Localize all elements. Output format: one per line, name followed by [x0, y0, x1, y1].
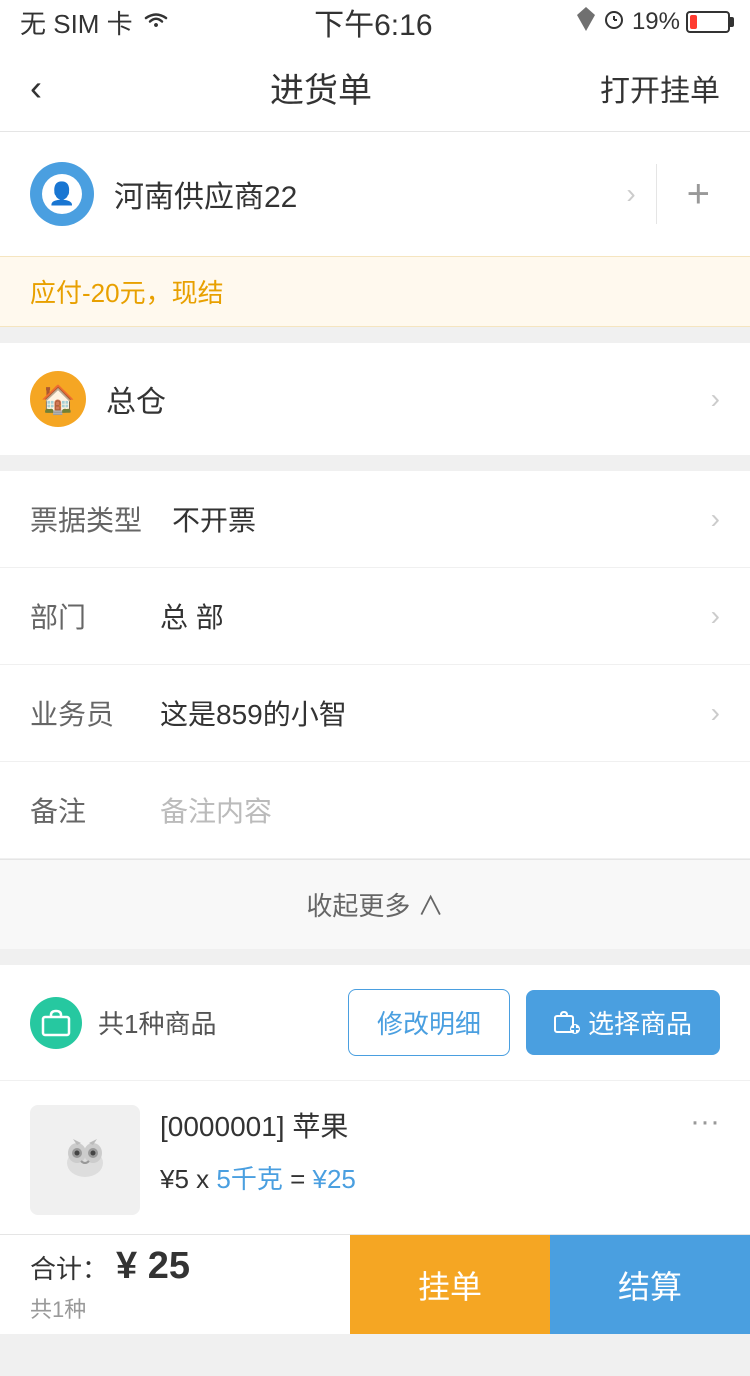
product-item: [0000001] 苹果 ¥5 x 5千克 = ¥25 ···	[0, 1081, 750, 1240]
footer-total: 合计： ¥ 25 共1种	[0, 1235, 350, 1334]
remark-placeholder: 备注内容	[160, 790, 720, 830]
warehouse-chevron-icon: ›	[711, 383, 720, 415]
edit-detail-button[interactable]: 修改明细	[348, 989, 510, 1056]
add-button[interactable]: +	[677, 172, 720, 217]
supplier-row[interactable]: 👤 河南供应商22 › +	[0, 132, 750, 256]
status-right: 19%	[576, 7, 730, 38]
warehouse-card: 🏠 总仓 ›	[0, 343, 750, 455]
status-time: 下午6:16	[314, 0, 432, 44]
product-qty: 5千克	[216, 1164, 282, 1194]
alarm-icon	[602, 7, 626, 38]
battery-icon	[686, 11, 730, 33]
warning-banner: 应付-20元，现结	[0, 256, 750, 327]
product-header: 共1种商品 修改明细 选择商品	[0, 965, 750, 1081]
collapse-button[interactable]: 收起更多 ∧	[0, 859, 750, 949]
page-title: 进货单	[270, 63, 372, 112]
status-carrier: 无 SIM 卡	[20, 4, 171, 41]
supplier-name: 河南供应商22	[114, 172, 626, 216]
open-hang-button[interactable]: 打开挂单	[600, 66, 720, 110]
hang-button[interactable]: 挂单	[350, 1235, 550, 1334]
product-card: 共1种商品 修改明细 选择商品	[0, 965, 750, 1240]
product-info: [0000001] 苹果 ¥5 x 5千克 = ¥25	[160, 1105, 680, 1196]
wifi-icon	[141, 7, 171, 38]
product-title: 苹果	[292, 1111, 348, 1142]
salesperson-row[interactable]: 业务员 这是859的小智 ›	[0, 665, 750, 762]
product-price-row: ¥5 x 5千克 = ¥25	[160, 1159, 680, 1196]
product-thumbnail	[30, 1105, 140, 1215]
salesperson-label: 业务员	[30, 693, 130, 733]
product-unit-price: ¥5	[160, 1164, 189, 1194]
nav-bar: ‹ 进货单 打开挂单	[0, 44, 750, 132]
product-menu-button[interactable]: ···	[680, 1105, 720, 1139]
department-chevron: ›	[711, 600, 720, 632]
warehouse-icon: 🏠	[30, 371, 86, 427]
product-total: ¥25	[313, 1164, 356, 1194]
invoice-type-label: 票据类型	[30, 499, 142, 539]
select-product-button[interactable]: 选择商品	[526, 990, 720, 1055]
battery-percent: 19%	[632, 8, 680, 36]
remark-row[interactable]: 备注 备注内容	[0, 762, 750, 859]
vertical-divider	[656, 164, 657, 224]
product-count-icon	[30, 997, 82, 1049]
salesperson-chevron: ›	[711, 697, 720, 729]
status-bar: 无 SIM 卡 下午6:16 19%	[0, 0, 750, 44]
owl-icon	[55, 1125, 115, 1195]
product-name: [0000001] 苹果	[160, 1105, 680, 1145]
department-label: 部门	[30, 596, 130, 636]
invoice-type-value: 不开票	[172, 499, 711, 539]
total-label: 合计：	[30, 1249, 108, 1286]
supplier-avatar: 👤	[30, 162, 94, 226]
department-value: 总 部	[160, 596, 711, 636]
back-button[interactable]: ‹	[30, 67, 42, 109]
select-product-label: 选择商品	[588, 1004, 692, 1041]
settle-button[interactable]: 结算	[550, 1235, 750, 1334]
warehouse-row[interactable]: 🏠 总仓 ›	[0, 343, 750, 455]
supplier-chevron-icon: ›	[626, 178, 635, 210]
supplier-card: 👤 河南供应商22 › + 应付-20元，现结	[0, 132, 750, 327]
product-count-text: 共1种商品	[98, 1004, 348, 1041]
remark-label: 备注	[30, 790, 130, 830]
total-sub: 共1种	[30, 1292, 320, 1324]
department-row[interactable]: 部门 总 部 ›	[0, 568, 750, 665]
product-code: [0000001]	[160, 1111, 285, 1142]
invoice-type-chevron: ›	[711, 503, 720, 535]
warning-text: 应付-20元，现结	[30, 278, 224, 308]
location-icon	[576, 7, 596, 38]
warehouse-name: 总仓	[106, 377, 711, 421]
total-amount: ¥ 25	[116, 1245, 190, 1288]
salesperson-value: 这是859的小智	[160, 693, 711, 733]
form-card: 票据类型 不开票 › 部门 总 部 › 业务员 这是859的小智 › 备注 备注…	[0, 471, 750, 949]
main-content: 👤 河南供应商22 › + 应付-20元，现结 🏠 总仓 › 票据类型 不开票 …	[0, 132, 750, 1376]
footer: 合计： ¥ 25 共1种 挂单 结算	[0, 1234, 750, 1334]
invoice-type-row[interactable]: 票据类型 不开票 ›	[0, 471, 750, 568]
